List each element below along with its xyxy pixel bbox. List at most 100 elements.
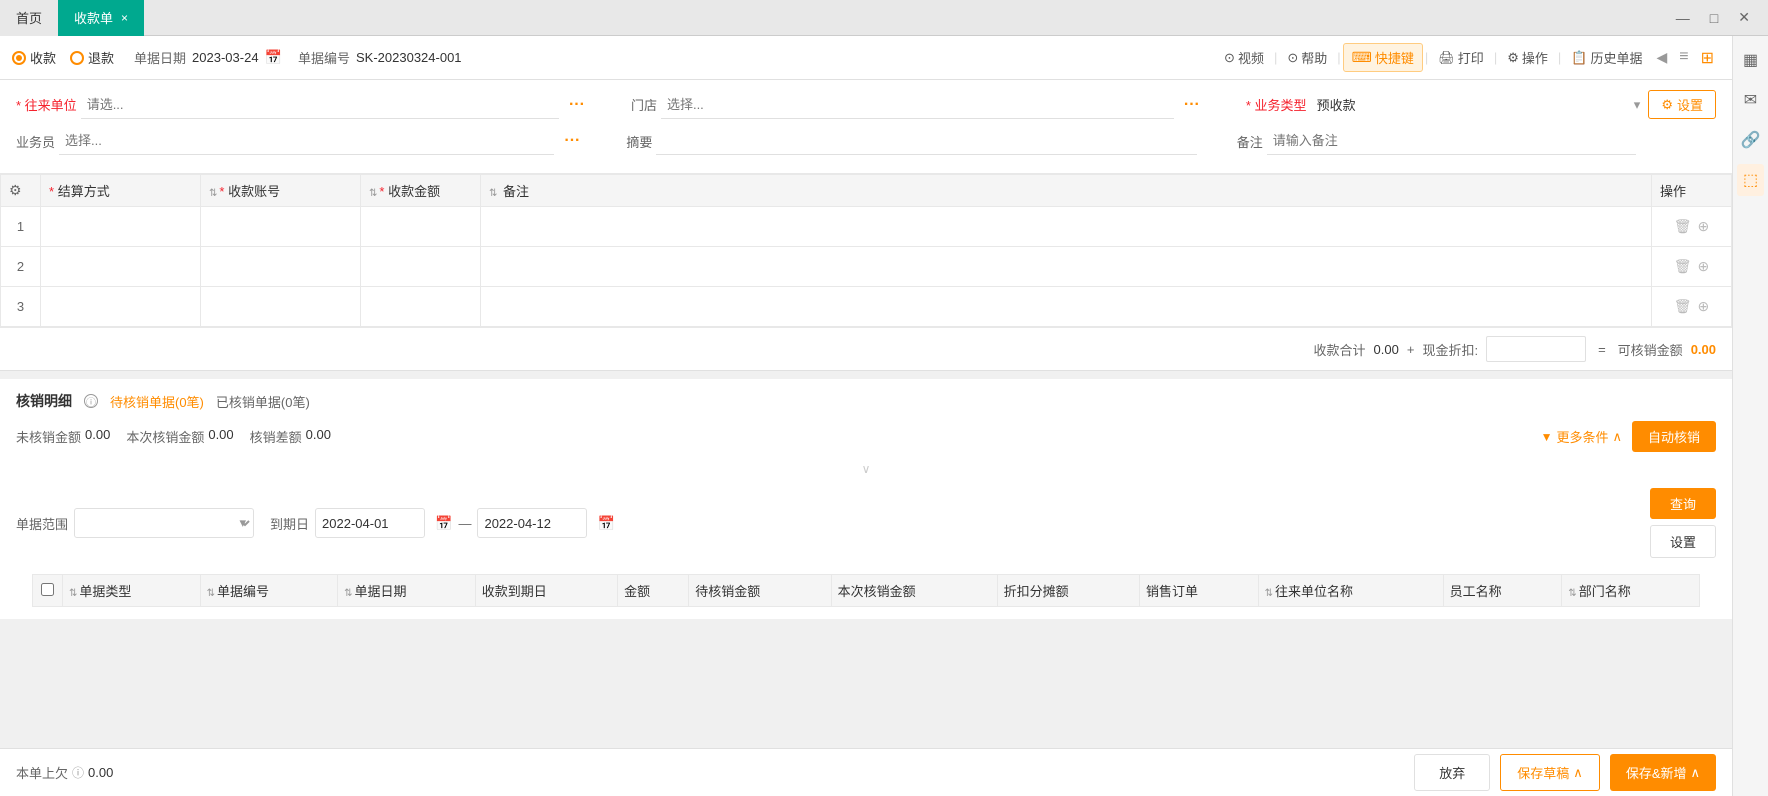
store-dots-btn[interactable]: ··· [1178, 96, 1206, 114]
row-amount-2[interactable] [361, 247, 481, 287]
select-all-checkbox[interactable] [41, 583, 54, 596]
print-btn[interactable]: 🖨 打印 [1430, 44, 1492, 71]
writeoff-stats: 未核销金额 0.00 本次核销金额 0.00 核销差额 0.00 ▼ 更多条件 … [16, 421, 1716, 452]
dropdown-arrow-icon[interactable]: ▾ [1634, 97, 1649, 113]
row-settlement-3[interactable] [41, 287, 201, 327]
more-conditions-btn[interactable]: ▼ 更多条件 ∧ [1541, 427, 1622, 446]
th-date: ⇅单据日期 [338, 575, 476, 607]
counterpart-input[interactable] [81, 91, 559, 119]
info-icon[interactable]: ⓘ [84, 394, 98, 408]
copy-icon-3[interactable]: ⊕ [1698, 298, 1710, 315]
radio-shoukuan-label[interactable]: 收款 [30, 48, 56, 67]
tab-current[interactable]: 收款单 × [58, 0, 144, 36]
main-content: 收款 退款 单据日期 2023-03-24 📅 单据编号 SK-20230324… [0, 36, 1732, 667]
done-tab[interactable]: 已核销单据(0笔) [216, 392, 310, 411]
layout-list[interactable]: ≡ [1673, 45, 1694, 71]
current-value: 0.00 [208, 427, 233, 446]
save-new-label: 保存&新增 [1626, 763, 1687, 782]
operation-btn[interactable]: ⚙ 操作 [1499, 44, 1556, 71]
close-btn[interactable]: ✕ [1732, 7, 1756, 28]
date-label: 到期日 [270, 514, 309, 533]
uncancelled-stat: 未核销金额 0.00 [16, 427, 110, 446]
form-area: * 往来单位 ··· 门店 ··· * 业务类型 预收款 ▾ ⚙ 设置 [0, 80, 1732, 174]
video-btn[interactable]: ⊙ 视频 [1216, 44, 1272, 71]
settings-btn[interactable]: ⚙ 设置 [1648, 90, 1716, 119]
sidebar-expand-icon[interactable]: ⬚ [1737, 164, 1764, 196]
copy-icon-1[interactable]: ⊕ [1698, 218, 1710, 235]
th-type: ⇅单据类型 [63, 575, 201, 607]
diff-stat: 核销差额 0.00 [250, 427, 331, 446]
row-amount-1[interactable] [361, 207, 481, 247]
summary-label: 摘要 [626, 132, 652, 151]
draft-btn[interactable]: 保存草稿 ∧ [1500, 754, 1600, 791]
query-settings: 查询 设置 [1650, 488, 1716, 558]
video-label: 视频 [1238, 48, 1264, 67]
radio-shoukuan[interactable] [12, 51, 26, 65]
nav-left[interactable]: ◀ [1652, 47, 1671, 68]
minimize-btn[interactable]: — [1670, 8, 1696, 28]
row-account-1[interactable] [201, 207, 361, 247]
help-btn[interactable]: ⊙ 帮助 [1279, 44, 1335, 71]
th-amount: 金额 [618, 575, 689, 607]
shortcut-btn[interactable]: ⌨ 快捷键 [1343, 43, 1423, 72]
remark-field: 备注 [1237, 127, 1636, 155]
staff-dots-btn[interactable]: ··· [558, 132, 586, 150]
maximize-btn[interactable]: □ [1704, 8, 1724, 28]
summary-input[interactable] [656, 127, 1196, 155]
row-settlement-2[interactable] [41, 247, 201, 287]
date-to-input[interactable] [477, 508, 587, 538]
row-account-3[interactable] [201, 287, 361, 327]
th-checkbox[interactable] [33, 575, 63, 607]
auto-writeoff-btn[interactable]: 自动核销 [1632, 421, 1716, 452]
sidebar-link-icon[interactable]: 🔗 [1735, 124, 1767, 156]
th-staff: 员工名称 [1443, 575, 1562, 607]
sidebar-table-icon[interactable]: ▦ [1737, 44, 1764, 76]
abandon-btn[interactable]: 放弃 [1414, 754, 1490, 791]
discount-label: 现金折扣: [1422, 340, 1478, 359]
query-btn[interactable]: 查询 [1650, 488, 1716, 519]
counterpart-dots-btn[interactable]: ··· [563, 96, 591, 114]
row-remark-2[interactable] [481, 247, 1652, 287]
history-btn[interactable]: 📋 历史单据 [1563, 44, 1650, 71]
range-select[interactable] [74, 508, 254, 538]
delete-icon-2[interactable]: 🗑 [1674, 258, 1692, 275]
delete-icon-1[interactable]: 🗑 [1674, 218, 1692, 235]
row-account-2[interactable] [201, 247, 361, 287]
table-section: ⚙ * 结算方式 ⇅* 收款账号 ⇅* 收款金额 ⇅ [0, 174, 1732, 327]
tab-close-icon[interactable]: × [121, 11, 128, 25]
calendar-to-icon[interactable]: 📅 [597, 515, 614, 532]
tab-home[interactable]: 首页 [0, 0, 58, 36]
calendar-icon[interactable]: 📅 [265, 49, 282, 66]
row-amount-3[interactable] [361, 287, 481, 327]
remark-input[interactable] [1267, 127, 1636, 155]
date-from-input[interactable] [315, 508, 425, 538]
balance-value: 0.00 [88, 765, 113, 780]
radio-tuikuan[interactable] [70, 51, 84, 65]
row-action-2: 🗑 ⊕ [1652, 247, 1732, 287]
row-num-3: 3 [1, 287, 41, 327]
save-new-btn[interactable]: 保存&新增 ∧ [1610, 754, 1716, 791]
staff-label: 业务员 [16, 132, 55, 151]
row-action-1: 🗑 ⊕ [1652, 207, 1732, 247]
pending-tab[interactable]: 待核销单据(0笔) [110, 392, 204, 411]
balance-label: 本单上欠 [16, 763, 68, 782]
store-input[interactable] [661, 91, 1174, 119]
discount-input[interactable] [1486, 336, 1586, 362]
th-remark: ⇅ 备注 [481, 175, 1652, 207]
layout-grid[interactable]: ⊞ [1695, 45, 1720, 71]
radio-tuikuan-label[interactable]: 退款 [88, 48, 114, 67]
calendar-from-icon[interactable]: 📅 [435, 515, 452, 532]
uncancelled-value: 0.00 [85, 427, 110, 446]
history-label: 历史单据 [1590, 48, 1642, 67]
delete-icon-3[interactable]: 🗑 [1674, 298, 1692, 315]
diff-label: 核销差额 [250, 427, 302, 446]
th-current: 本次核销金额 [831, 575, 997, 607]
sidebar-mail-icon[interactable]: ✉ [1738, 84, 1763, 116]
th-gear[interactable]: ⚙ [1, 175, 41, 207]
row-settlement-1[interactable] [41, 207, 201, 247]
staff-input[interactable] [59, 127, 554, 155]
row-remark-1[interactable] [481, 207, 1652, 247]
row-remark-3[interactable] [481, 287, 1652, 327]
settings-outline-btn[interactable]: 设置 [1650, 525, 1716, 558]
copy-icon-2[interactable]: ⊕ [1698, 258, 1710, 275]
